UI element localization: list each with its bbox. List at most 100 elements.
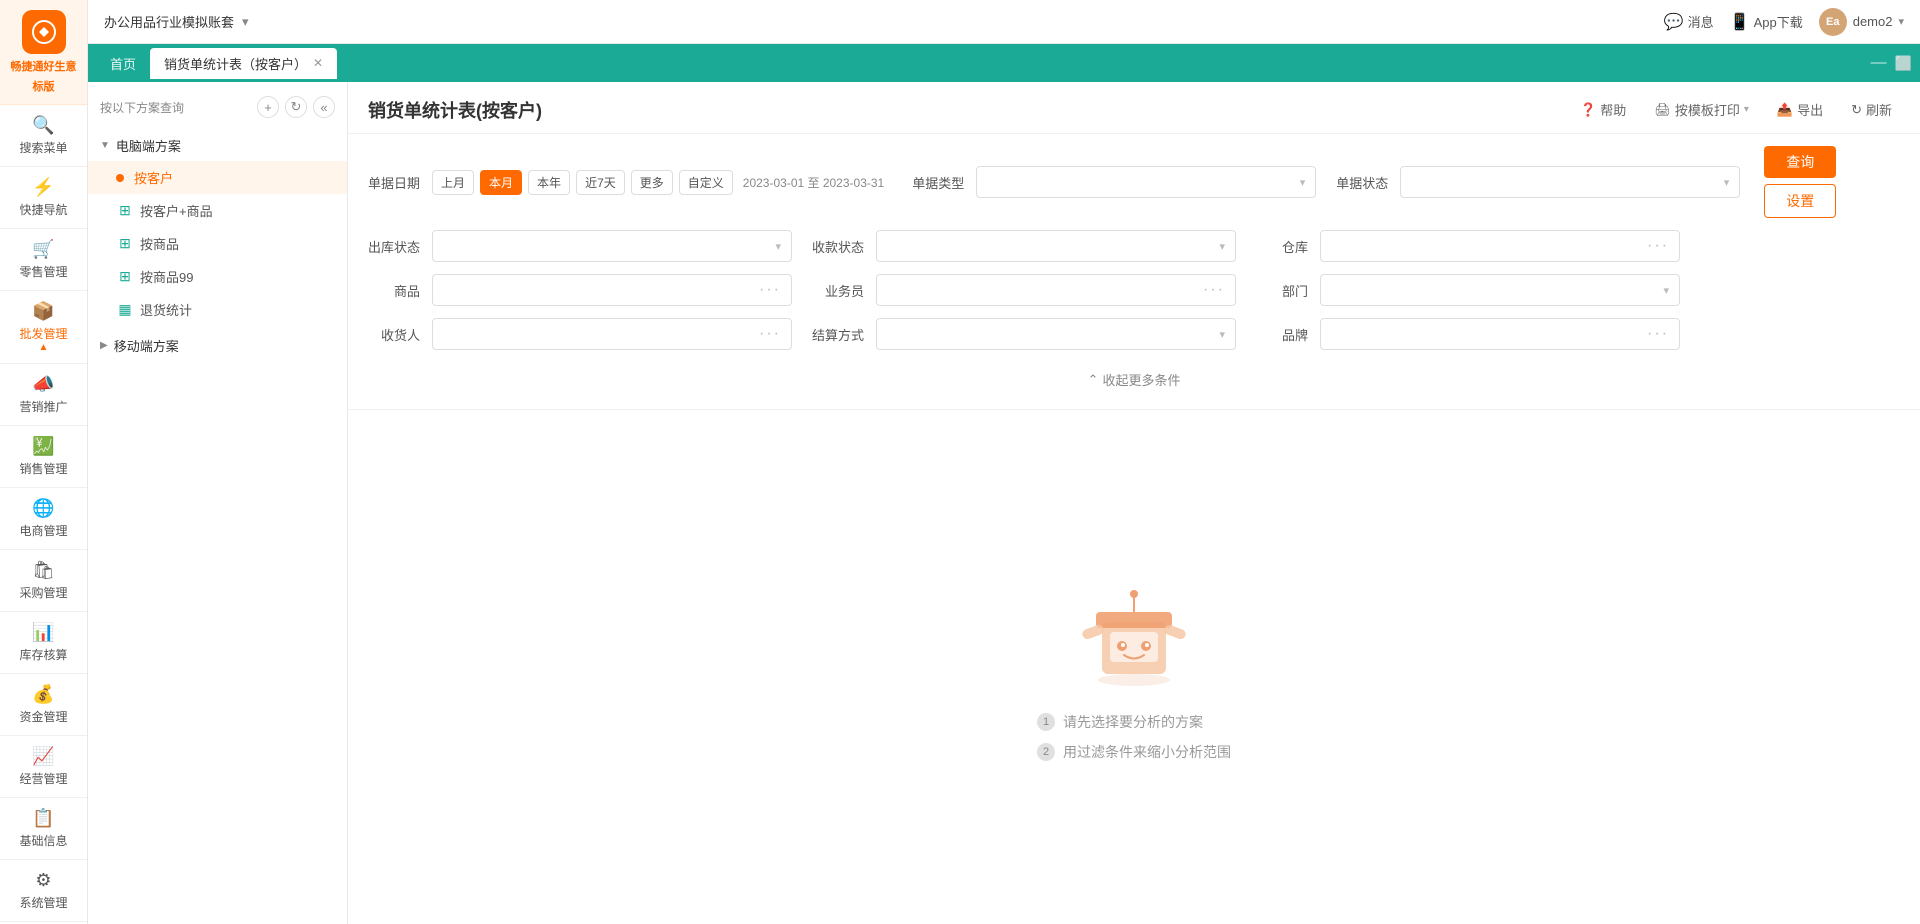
tree-section-desktop-title[interactable]: ▼ 电脑端方案 xyxy=(88,130,347,161)
export-icon: 📤 xyxy=(1777,102,1793,118)
settle-label: 结算方式 xyxy=(812,325,864,344)
tree-item-by-goods[interactable]: ⊞ 按商品 xyxy=(88,227,347,260)
tab-close-icon[interactable]: ✕ xyxy=(313,56,323,70)
print-button[interactable]: 🖨 按模板打印 ▾ xyxy=(1646,96,1757,123)
filter-row-4: 收货人 ··· 结算方式 ▾ 品牌 ··· xyxy=(368,318,1900,350)
left-panel-header: 按以下方案查询 + ↻ « xyxy=(88,92,347,126)
sidebar-item-marketing[interactable]: 📣 营销推广 xyxy=(0,364,87,426)
sidebar-item-retail[interactable]: 🛒 零售管理 xyxy=(0,229,87,291)
sidebar-item-basic-info-label: 基础信息 xyxy=(19,832,67,849)
wholesale-icon: 📦 xyxy=(32,301,54,322)
user-avatar-text: Ea xyxy=(1826,16,1839,28)
collect-status-select[interactable]: ▾ xyxy=(876,230,1236,262)
bar-chart-icon: ▦ xyxy=(116,301,134,319)
doc-type-label: 单据类型 xyxy=(912,173,964,192)
goods-select[interactable]: ··· xyxy=(432,274,792,306)
tab-sales-stats[interactable]: 销货单统计表（按客户） ✕ xyxy=(150,48,337,79)
date-custom-btn[interactable]: 自定义 xyxy=(679,170,733,195)
sidebar-item-inventory-label: 库存核算 xyxy=(19,646,67,663)
refresh-label: 刷新 xyxy=(1866,100,1892,119)
procurement-icon: 🛍 xyxy=(32,560,55,581)
inventory-icon: 📊 xyxy=(32,622,54,643)
left-panel: 按以下方案查询 + ↻ « ▼ 电脑端方案 按客户 ⊞ xyxy=(88,82,348,924)
topbar: 办公用品行业模拟账套 ▾ 💬 消息 📱 App下载 Ea demo2 ▾ xyxy=(88,0,1920,44)
collapse-caret-icon: ⌃ xyxy=(1088,372,1099,388)
message-button[interactable]: 💬 消息 xyxy=(1664,12,1714,32)
refresh-button[interactable]: ↻ 刷新 xyxy=(1843,96,1900,123)
caret-mobile-icon: ▶ xyxy=(100,340,108,351)
sidebar-item-sales[interactable]: 💹 销售管理 xyxy=(0,426,87,488)
chart-icon-1: ⊞ xyxy=(116,202,134,220)
dropdown-icon[interactable]: ▾ xyxy=(242,14,249,30)
sidebar-item-marketing-label: 营销推广 xyxy=(19,398,67,415)
sidebar-item-system[interactable]: ⚙ 系统管理 xyxy=(0,860,87,922)
tree-item-by-goods99-label: 按商品99 xyxy=(140,267,193,286)
date-last-month-btn[interactable]: 上月 xyxy=(432,170,474,195)
user-menu[interactable]: Ea demo2 ▾ xyxy=(1819,8,1904,36)
filter-row-2: 出库状态 ▾ 收款状态 ▾ 仓库 ··· xyxy=(368,230,1900,262)
sidebar-item-quicknav-label: 快捷导航 xyxy=(19,201,67,218)
receiver-select[interactable]: ··· xyxy=(432,318,792,350)
staff-dots: ··· xyxy=(1203,281,1225,299)
tab-home[interactable]: 首页 xyxy=(96,48,150,79)
sidebar-item-inventory[interactable]: 📊 库存核算 xyxy=(0,612,87,674)
sidebar-item-finance[interactable]: 💰 资金管理 xyxy=(0,674,87,736)
app-download-button[interactable]: 📱 App下载 xyxy=(1730,12,1803,32)
tabbar: 首页 销货单统计表（按客户） ✕ — ⬜ xyxy=(88,44,1920,82)
settings-button[interactable]: 设置 xyxy=(1764,184,1836,218)
operations-icon: 📈 xyxy=(32,746,54,767)
collect-status-dropdown-icon: ▾ xyxy=(1220,240,1226,253)
tree-section-mobile-title[interactable]: ▶ 移动端方案 xyxy=(88,330,347,361)
add-scheme-button[interactable]: + xyxy=(257,96,279,118)
page-actions: ❓ 帮助 🖨 按模板打印 ▾ 📤 导出 ↻ 刷新 xyxy=(1572,96,1900,123)
logo-text: 畅捷通好生意 xyxy=(11,58,77,74)
sales-icon: 💹 xyxy=(32,436,54,457)
page-header: 销货单统计表(按客户) ❓ 帮助 🖨 按模板打印 ▾ 📤 导出 xyxy=(348,82,1920,134)
sidebar-item-procurement[interactable]: 🛍 采购管理 xyxy=(0,550,87,612)
tree-item-by-customer[interactable]: 按客户 xyxy=(88,161,347,194)
refresh-scheme-button[interactable]: ↻ xyxy=(285,96,307,118)
warehouse-select[interactable]: ··· xyxy=(1320,230,1680,262)
topbar-right: 💬 消息 📱 App下载 Ea demo2 ▾ xyxy=(1664,8,1904,36)
sidebar-item-search[interactable]: 🔍 搜索菜单 xyxy=(0,105,87,167)
tree-item-by-goods99[interactable]: ⊞ 按商品99 xyxy=(88,260,347,293)
sidebar-item-ecommerce-label: 电商管理 xyxy=(19,522,67,539)
sidebar-item-system-label: 系统管理 xyxy=(19,894,67,911)
date-this-month-btn[interactable]: 本月 xyxy=(480,170,522,195)
tree-item-by-customer-goods[interactable]: ⊞ 按客户+商品 xyxy=(88,194,347,227)
left-panel-icons: + ↻ « xyxy=(257,96,335,118)
logo-icon xyxy=(22,10,66,54)
sidebar-item-operations[interactable]: 📈 经营管理 xyxy=(0,736,87,798)
window-maximize-icon[interactable]: ⬜ xyxy=(1895,55,1912,72)
out-status-select[interactable]: ▾ xyxy=(432,230,792,262)
collapse-filter-button[interactable]: ⌃ 收起更多条件 xyxy=(368,362,1900,397)
date-last-7-days-btn[interactable]: 近7天 xyxy=(576,170,625,195)
sidebar-item-basic-info[interactable]: 📋 基础信息 xyxy=(0,798,87,860)
page-title: 销货单统计表(按客户) xyxy=(368,97,542,123)
collapse-panel-button[interactable]: « xyxy=(313,96,335,118)
doc-status-select[interactable]: ▾ xyxy=(1400,166,1740,198)
doc-type-select[interactable]: ▾ xyxy=(976,166,1316,198)
tip-text-2: 用过滤条件来缩小分析范围 xyxy=(1063,742,1231,762)
staff-select[interactable]: ··· xyxy=(876,274,1236,306)
empty-state-tips: 1 请先选择要分析的方案 2 用过滤条件来缩小分析范围 xyxy=(1037,712,1231,762)
sidebar-item-ecommerce[interactable]: 🌐 电商管理 xyxy=(0,488,87,550)
brand-select[interactable]: ··· xyxy=(1320,318,1680,350)
tree-item-return-stats[interactable]: ▦ 退货统计 xyxy=(88,293,347,326)
basic-info-icon: 📋 xyxy=(32,808,54,829)
doc-status-label: 单据状态 xyxy=(1336,173,1388,192)
sidebar-item-quicknav[interactable]: ⚡ 快捷导航 xyxy=(0,167,87,229)
date-this-year-btn[interactable]: 本年 xyxy=(528,170,570,195)
window-minimize-icon[interactable]: — xyxy=(1871,54,1887,72)
date-more-btn[interactable]: 更多 xyxy=(631,170,673,195)
dept-select[interactable]: ▾ xyxy=(1320,274,1680,306)
message-label: 消息 xyxy=(1688,12,1714,31)
settle-select[interactable]: ▾ xyxy=(876,318,1236,350)
empty-state-tip-1: 1 请先选择要分析的方案 xyxy=(1037,712,1231,732)
user-dropdown-icon: ▾ xyxy=(1898,15,1904,28)
sidebar-item-operations-label: 经营管理 xyxy=(19,770,67,787)
export-button[interactable]: 📤 导出 xyxy=(1769,96,1831,123)
help-button[interactable]: ❓ 帮助 xyxy=(1572,96,1634,123)
sidebar-item-wholesale[interactable]: 📦 批发管理 ▲ xyxy=(0,291,87,364)
query-button[interactable]: 查询 xyxy=(1764,146,1836,178)
